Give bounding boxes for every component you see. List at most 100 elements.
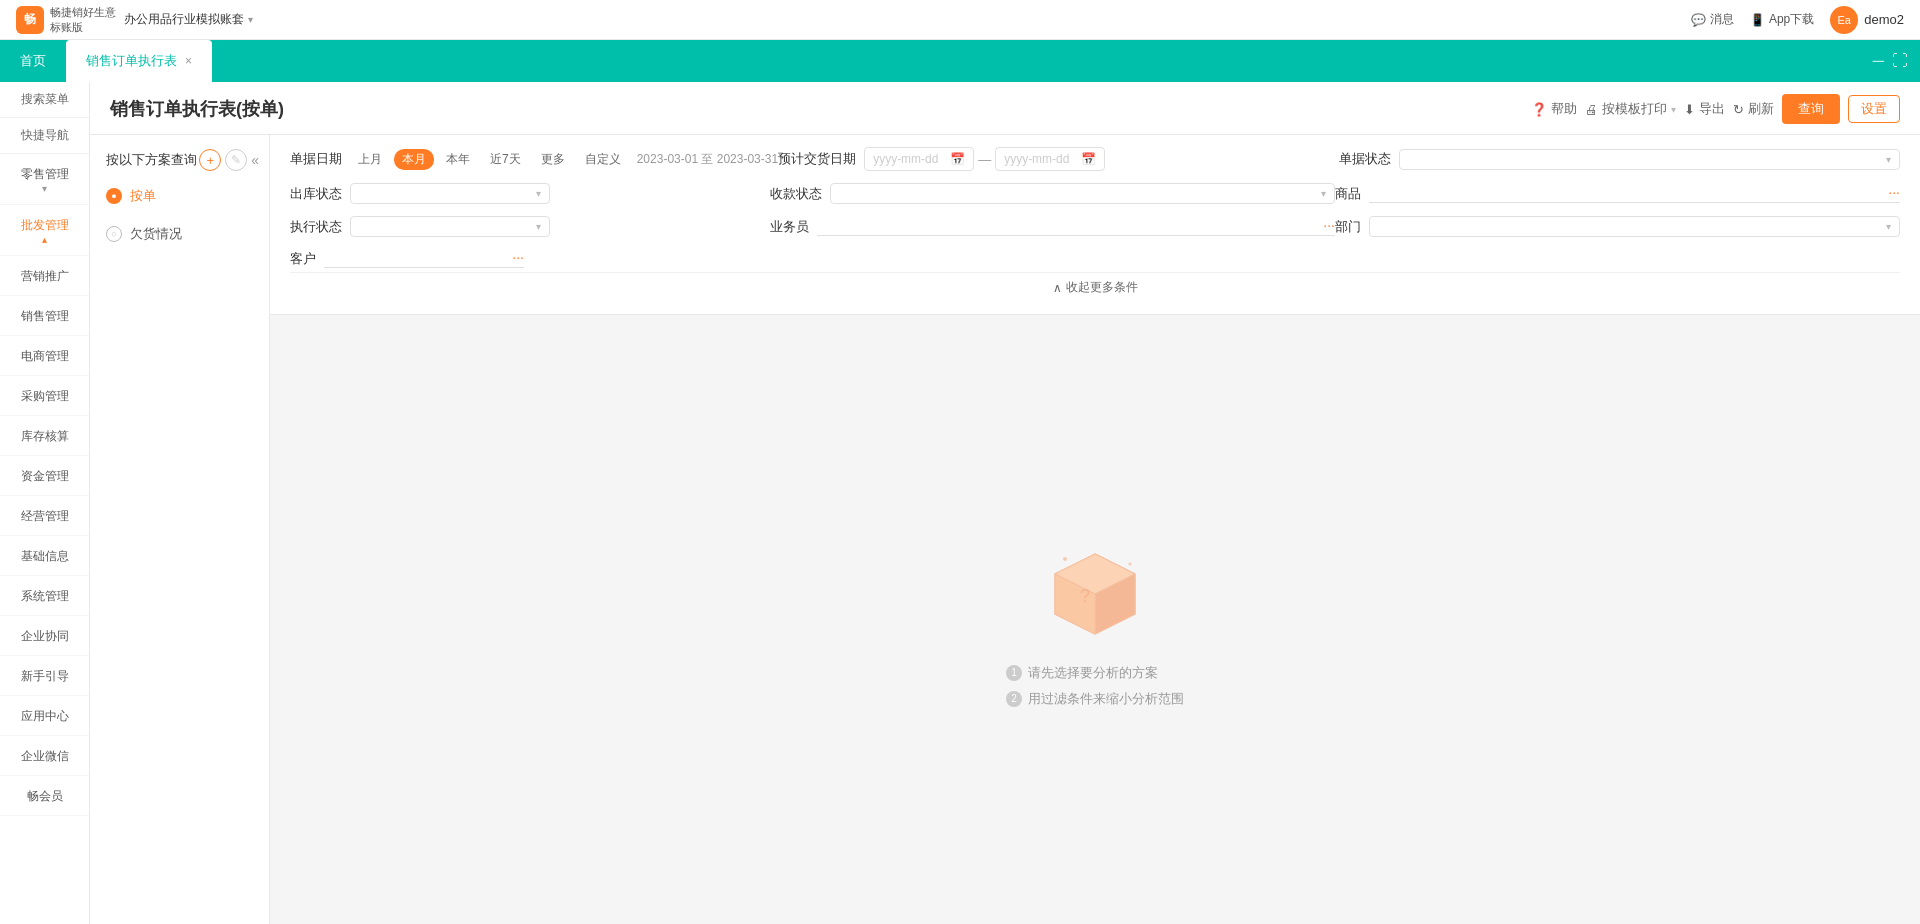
date-tab-this-month[interactable]: 本月 <box>394 149 434 170</box>
user-name-label: demo2 <box>1864 12 1904 27</box>
filter-row-4: 客户 ··· <box>290 249 1900 268</box>
download-icon: 📱 <box>1750 13 1765 27</box>
settings-button[interactable]: 设置 <box>1848 95 1900 123</box>
calendar-icon: 📅 <box>950 152 965 166</box>
empty-illustration: ? <box>1035 524 1155 644</box>
calendar-end-icon: 📅 <box>1081 152 1096 166</box>
query-scheme-owe[interactable]: ○ 欠货情况 <box>90 215 269 253</box>
top-bar-right: 💬 消息 📱 App下载 Ea demo2 <box>1691 6 1904 34</box>
date-tab-7days[interactable]: 近7天 <box>482 149 529 170</box>
out-status-select[interactable]: ▾ <box>350 183 550 204</box>
empty-state: ? 1 请先选择要分析的方案 2 用过滤条件来缩小分析范围 <box>270 315 1920 924</box>
edit-scheme-button[interactable]: ✎ <box>225 149 247 171</box>
filter-dept-field: 部门 ▾ <box>1335 216 1900 237</box>
add-scheme-button[interactable]: + <box>199 149 221 171</box>
sidebar-item-marketing[interactable]: 营销推广 <box>0 256 89 296</box>
help-button[interactable]: ❓ 帮助 <box>1531 100 1577 118</box>
expected-date-end-input[interactable]: yyyy-mm-dd 📅 <box>995 147 1105 171</box>
company-arrow-icon: ▾ <box>248 14 253 25</box>
sidebar-item-basic[interactable]: 基础信息 <box>0 536 89 576</box>
window-controls: ─ ⛶ <box>1861 52 1920 70</box>
svg-point-4 <box>1063 557 1067 561</box>
avatar: Ea <box>1830 6 1858 34</box>
sidebar-item-ecommerce[interactable]: 电商管理 <box>0 336 89 376</box>
inner-layout: 按以下方案查询 + ✎ « ● 按单 <box>90 135 1920 924</box>
goods-dots[interactable]: ··· <box>1888 184 1900 200</box>
message-button[interactable]: 💬 消息 <box>1691 11 1734 28</box>
export-button[interactable]: ⬇ 导出 <box>1684 100 1725 118</box>
query-button[interactable]: 查询 <box>1782 94 1840 124</box>
export-icon: ⬇ <box>1684 102 1695 117</box>
sidebar-item-retail[interactable]: 零售管理 ▾ <box>0 154 89 205</box>
filter-collect-field: 收款状态 ▾ <box>770 183 1335 204</box>
left-query-panel: 按以下方案查询 + ✎ « ● 按单 <box>90 135 270 924</box>
sidebar-item-member[interactable]: 畅会员 <box>0 776 89 816</box>
customer-dots[interactable]: ··· <box>512 249 524 265</box>
sidebar-item-newbie[interactable]: 新手引导 <box>0 656 89 696</box>
filter-salesman-field: 业务员 ··· <box>770 217 1335 236</box>
chevron-up-icon: ▴ <box>42 234 47 245</box>
inactive-scheme-dot: ○ <box>106 226 122 242</box>
tab-close-icon[interactable]: × <box>185 54 192 68</box>
date-tab-last-month[interactable]: 上月 <box>350 149 390 170</box>
status-arrow-icon: ▾ <box>1886 154 1891 165</box>
chevron-down-icon: ▾ <box>42 183 47 194</box>
top-bar-left: 畅 畅捷销好生意 标账版 办公用品行业模拟账套 ▾ <box>16 5 253 34</box>
goods-input[interactable]: ··· <box>1369 184 1900 203</box>
status-select[interactable]: ▾ <box>1399 149 1900 170</box>
left-query-actions: + ✎ « <box>199 149 259 171</box>
app-logo: 畅 <box>16 6 44 34</box>
tip-num-2: 2 <box>1006 691 1022 707</box>
sidebar-item-system[interactable]: 系统管理 <box>0 576 89 616</box>
tip-num-1: 1 <box>1006 665 1022 681</box>
sidebar-item-operation[interactable]: 经营管理 <box>0 496 89 536</box>
sidebar-quick-nav[interactable]: 快捷导航 <box>0 118 89 154</box>
sidebar-item-inventory[interactable]: 库存核算 <box>0 416 89 456</box>
collapse-left-panel-button[interactable]: « <box>251 152 259 168</box>
expected-date-label: 预计交货日期 <box>778 150 856 168</box>
filter-date-field: 单据日期 上月 本月 本年 近7天 更多 自定义 2023-03-01 至 20… <box>290 149 778 170</box>
left-query-title: 按以下方案查询 <box>106 151 197 169</box>
logo-area: 畅 畅捷销好生意 标账版 <box>16 5 116 34</box>
out-status-arrow-icon: ▾ <box>536 188 541 199</box>
sidebar-item-wechat[interactable]: 企业微信 <box>0 736 89 776</box>
sidebar-item-appstore[interactable]: 应用中心 <box>0 696 89 736</box>
date-tab-this-year[interactable]: 本年 <box>438 149 478 170</box>
sidebar-item-sales[interactable]: 销售管理 <box>0 296 89 336</box>
salesman-input[interactable]: ··· <box>817 217 1335 236</box>
active-scheme-dot: ● <box>106 188 122 204</box>
filter-row-2: 出库状态 ▾ 收款状态 ▾ <box>290 183 1900 204</box>
customer-input[interactable]: ··· <box>324 249 524 268</box>
exec-status-select[interactable]: ▾ <box>350 216 550 237</box>
tab-home[interactable]: 首页 <box>0 40 66 82</box>
query-scheme-press[interactable]: ● 按单 <box>90 177 269 215</box>
maximize-button[interactable]: ⛶ <box>1892 52 1908 70</box>
top-bar: 畅 畅捷销好生意 标账版 办公用品行业模拟账套 ▾ 💬 消息 📱 App下载 E… <box>0 0 1920 40</box>
dept-select[interactable]: ▾ <box>1369 216 1900 237</box>
empty-tips: 1 请先选择要分析的方案 2 用过滤条件来缩小分析范围 <box>1006 664 1184 716</box>
filter-goods-field: 商品 ··· <box>1335 184 1900 203</box>
tab-active[interactable]: 销售订单执行表 × <box>66 40 212 82</box>
sidebar-search[interactable]: 搜索菜单 <box>0 82 89 118</box>
date-tab-more[interactable]: 更多 <box>533 149 573 170</box>
sidebar-item-corp[interactable]: 企业协同 <box>0 616 89 656</box>
date-tab-custom[interactable]: 自定义 <box>577 149 629 170</box>
sidebar-item-purchase[interactable]: 采购管理 <box>0 376 89 416</box>
sidebar-item-wholesale[interactable]: 批发管理 ▴ <box>0 205 89 256</box>
refresh-button[interactable]: ↻ 刷新 <box>1733 100 1774 118</box>
sidebar: 搜索菜单 快捷导航 零售管理 ▾ 批发管理 ▴ 营销推广 销售管理 电商管理 采… <box>0 82 90 924</box>
collect-status-select[interactable]: ▾ <box>830 183 1335 204</box>
app-download-button[interactable]: 📱 App下载 <box>1750 11 1814 28</box>
minimize-button[interactable]: ─ <box>1873 52 1884 70</box>
svg-point-5 <box>1129 562 1132 565</box>
salesman-dots[interactable]: ··· <box>1323 217 1335 233</box>
expected-date-start-input[interactable]: yyyy-mm-dd 📅 <box>864 147 974 171</box>
template-print-button[interactable]: 🖨 按模板打印 ▾ <box>1585 100 1676 118</box>
right-content: 单据日期 上月 本月 本年 近7天 更多 自定义 2023-03-01 至 20… <box>270 135 1920 924</box>
company-select[interactable]: 办公用品行业模拟账套 ▾ <box>124 11 253 28</box>
collapse-filter-button[interactable]: ∧ 收起更多条件 <box>1053 279 1138 296</box>
main-layout: 搜索菜单 快捷导航 零售管理 ▾ 批发管理 ▴ 营销推广 销售管理 电商管理 采… <box>0 82 1920 924</box>
user-area[interactable]: Ea demo2 <box>1830 6 1904 34</box>
page-header: 销售订单执行表(按单) ❓ 帮助 🖨 按模板打印 ▾ ⬇ 导出 ↻ 刷新 <box>90 82 1920 135</box>
sidebar-item-finance[interactable]: 资金管理 <box>0 456 89 496</box>
